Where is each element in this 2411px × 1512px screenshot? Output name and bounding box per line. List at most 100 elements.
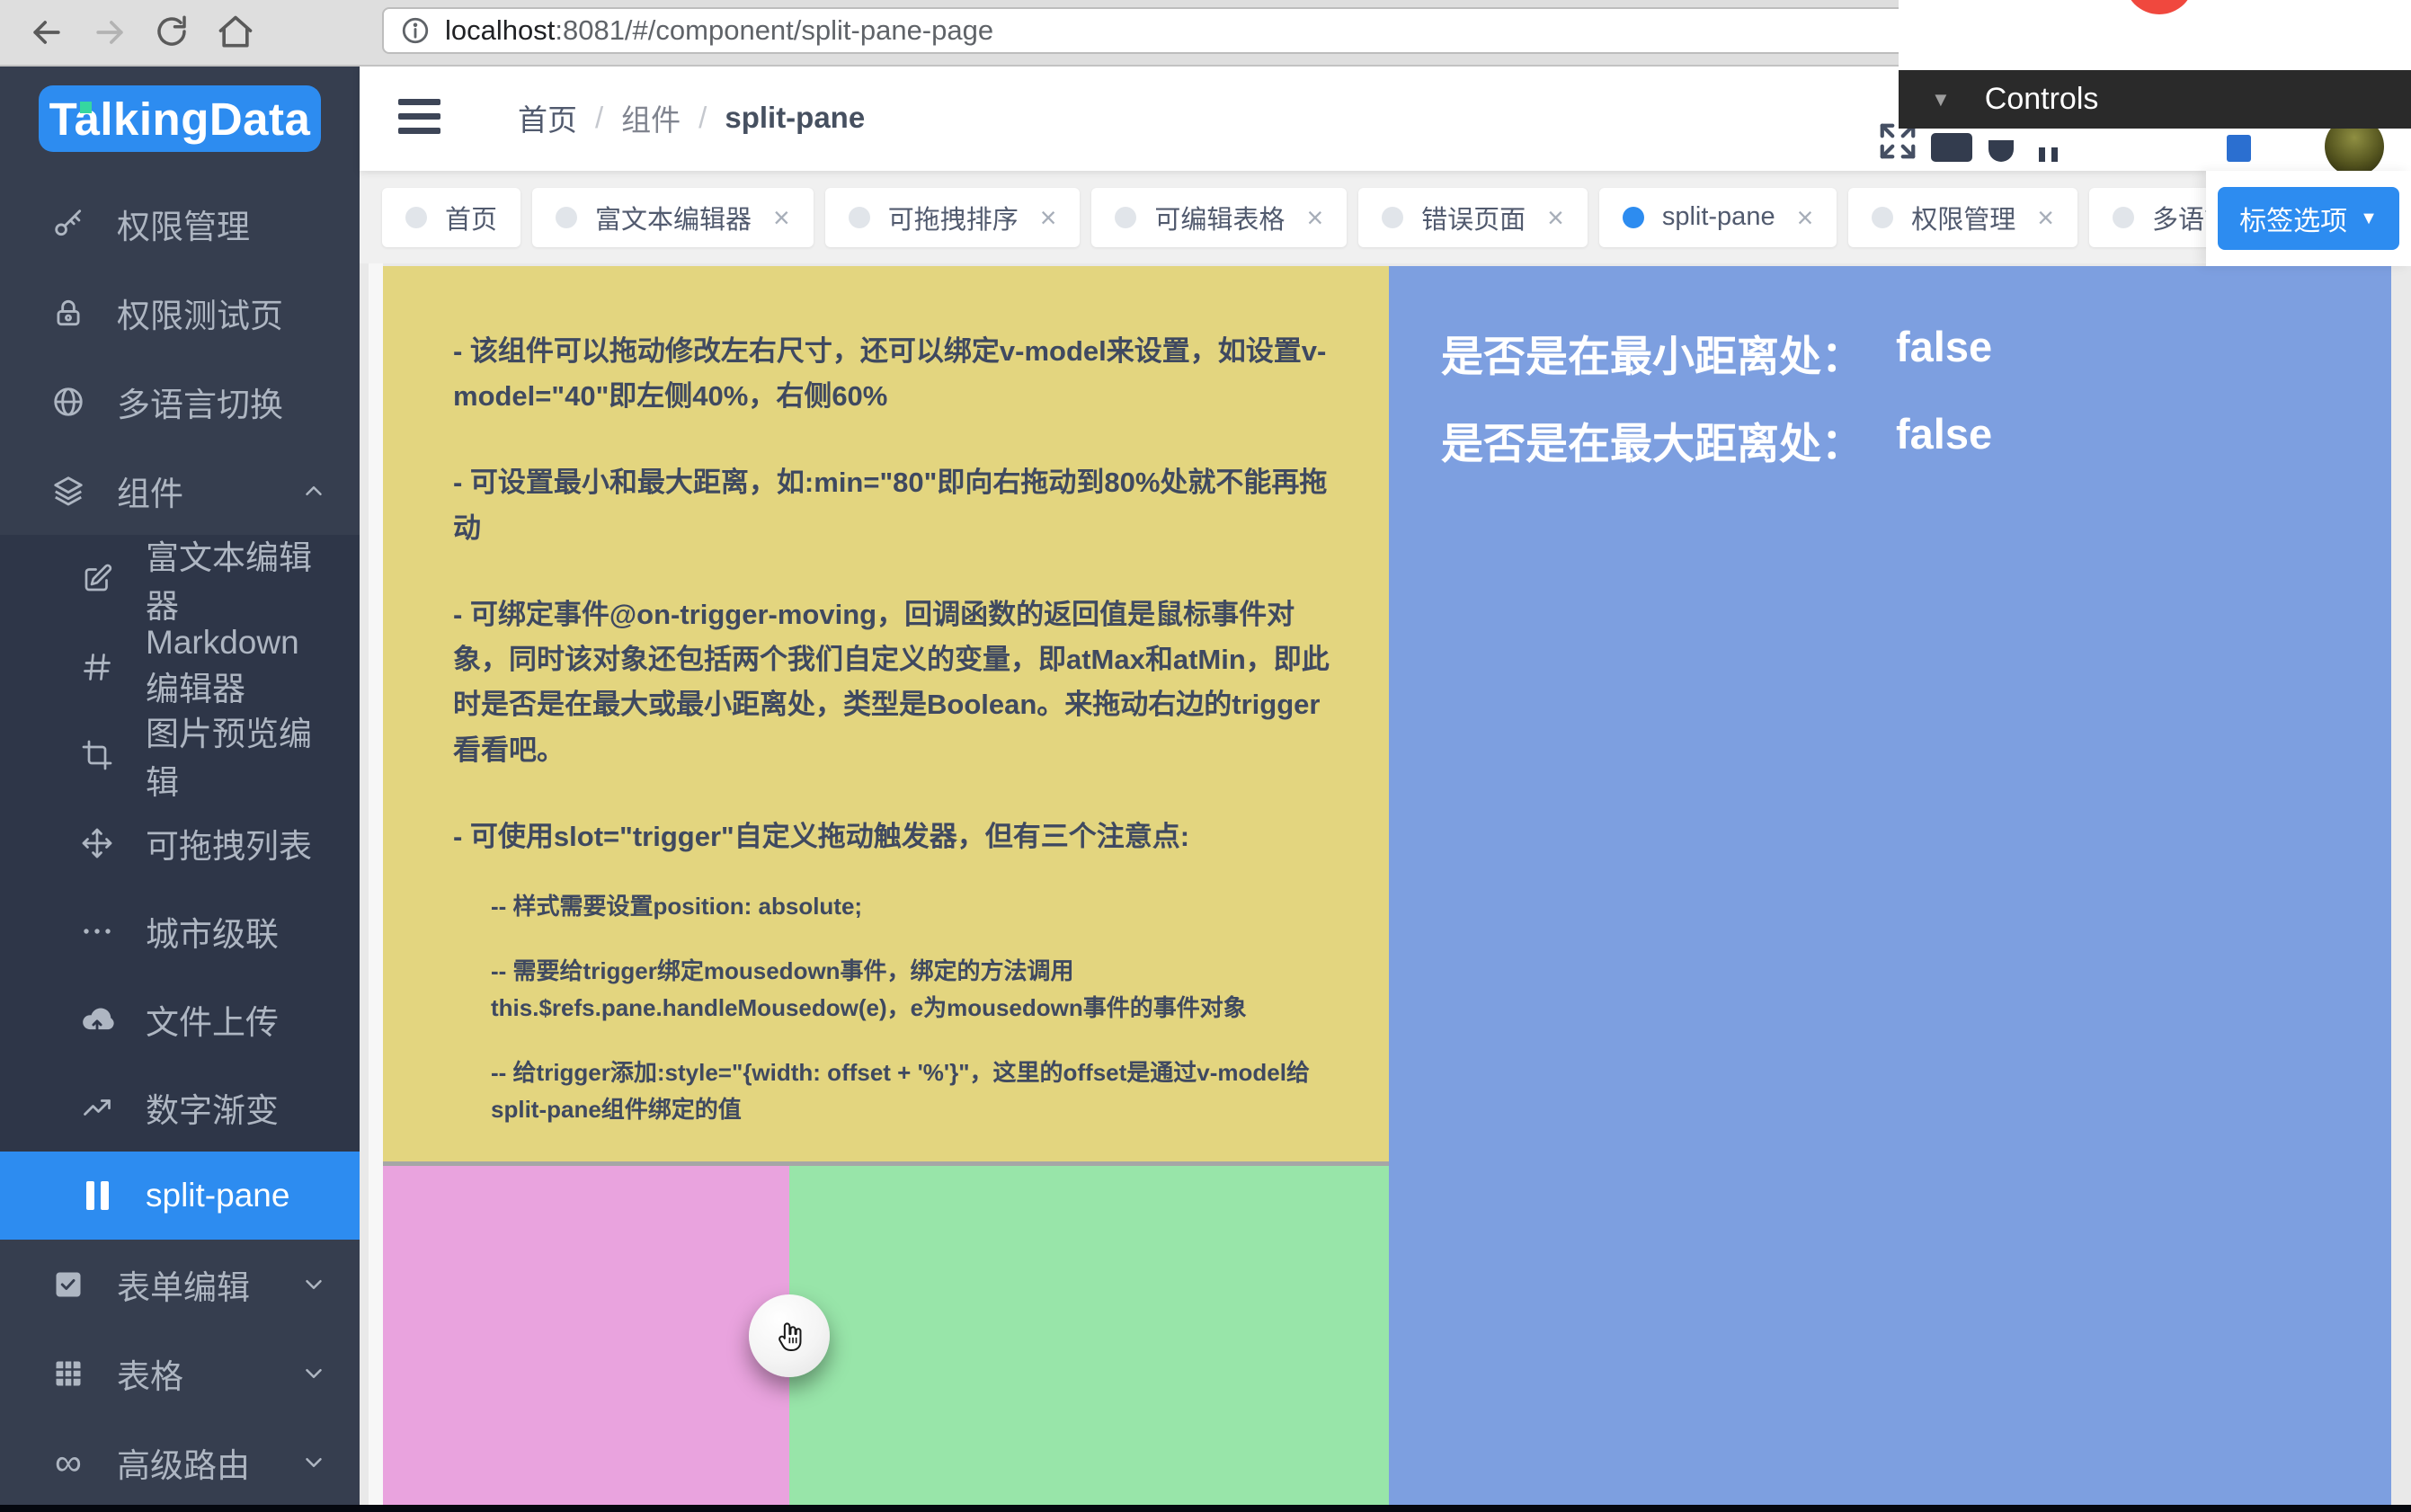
crop-icon xyxy=(79,737,115,773)
doc-block: - 可绑定事件@on-trigger-moving，回调函数的返回值是鼠标事件对… xyxy=(453,598,1330,766)
reload-icon[interactable] xyxy=(153,13,192,52)
tab-options-button[interactable]: 标签选项 ▼ xyxy=(2218,187,2399,250)
breadcrumb-section[interactable]: 组件 xyxy=(621,96,681,139)
sidebar-item-label: split-pane xyxy=(146,1177,290,1214)
tab-split-pane[interactable]: split-pane × xyxy=(1598,187,1837,247)
header-icon-fragment xyxy=(2051,147,2058,162)
site-info-icon[interactable] xyxy=(400,15,431,46)
components-submenu: 富文本编辑器 Markdown编辑器 图片预览编辑 可拖拽列表 城市级联 文件上… xyxy=(0,535,360,1240)
header-icon-fragment-blue[interactable] xyxy=(2227,135,2251,162)
doc-text: - 该组件可以拖动修改左右尺寸，还可以绑定v-model来设置，如设置v-mod… xyxy=(383,266,1389,1161)
sidebar-item-form-edit[interactable]: 表单编辑 xyxy=(0,1240,360,1329)
status-label: 是否是在最小距离处： xyxy=(1441,333,1864,380)
sidebar-item-label: 多语言切换 xyxy=(117,386,283,423)
tab-dot-icon xyxy=(2112,206,2134,228)
tab-close-icon[interactable]: × xyxy=(1797,203,1814,232)
breadcrumb-separator: / xyxy=(698,101,707,134)
tab-dot-icon xyxy=(1622,206,1644,228)
doc-pane: - 该组件可以拖动修改左右尺寸，还可以绑定v-model来设置，如设置v-mod… xyxy=(383,266,1389,1161)
split-drag-handle[interactable] xyxy=(749,1294,831,1377)
forward-icon[interactable] xyxy=(90,13,129,52)
sidebar-item-split-pane[interactable]: split-pane xyxy=(0,1152,360,1240)
chevron-down-icon xyxy=(300,1360,327,1387)
tab-error-page[interactable]: 错误页面 × xyxy=(1358,187,1588,247)
sidebar-item-rich-text-editor[interactable]: 富文本编辑器 xyxy=(0,535,360,625)
tab-label: 可拖拽排序 xyxy=(887,205,1019,235)
tab-home[interactable]: 首页 xyxy=(382,187,521,247)
sidebar-item-label: 组件 xyxy=(117,475,183,512)
tab-close-icon[interactable]: × xyxy=(773,203,790,232)
sidebar-menu: 权限管理 权限测试页 多语言切换 组件 富文本编辑器 Markdown编辑器 图… xyxy=(0,179,360,1507)
chevron-down-icon xyxy=(300,1449,327,1476)
tab-editable-table[interactable]: 可编辑表格 × xyxy=(1091,187,1348,247)
sidebar-item-label: 数字渐变 xyxy=(146,1092,279,1129)
split-left-region: - 该组件可以拖动修改左右尺寸，还可以绑定v-model来设置，如设置v-mod… xyxy=(383,266,1389,1506)
status-value: false xyxy=(1896,410,1993,458)
lock-icon xyxy=(50,295,86,331)
tab-close-icon[interactable]: × xyxy=(1547,203,1564,232)
back-icon[interactable] xyxy=(27,13,67,52)
content-edge xyxy=(369,263,383,1512)
sidebar-item-label: 文件上传 xyxy=(146,1004,279,1041)
sidebar-item-permission-management[interactable]: 权限管理 xyxy=(0,179,360,268)
ellipsis-icon xyxy=(79,913,115,949)
sidebar-item-city-cascader[interactable]: 城市级联 xyxy=(0,887,360,975)
sidebar-item-components[interactable]: 组件 xyxy=(0,446,360,535)
tab-label: 权限管理 xyxy=(1911,205,2016,235)
infinity-icon: ∞ xyxy=(55,1440,82,1483)
controls-panel-title: Controls xyxy=(1984,82,2099,116)
status-readout: 是否是在最小距离处： false 是否是在最大距离处： false xyxy=(1389,266,2391,471)
logo-dot-icon xyxy=(80,102,92,113)
sidebar-item-label: Markdown编辑器 xyxy=(146,624,299,707)
sidebar-item-label: 权限测试页 xyxy=(117,297,283,334)
header-icon-fragment[interactable] xyxy=(1931,133,1972,162)
tab-label: 可编辑表格 xyxy=(1154,205,1286,235)
sidebar-item-label: 权限管理 xyxy=(117,208,250,245)
sidebar-item-label: 高级路由 xyxy=(117,1446,250,1484)
status-row-min: 是否是在最小距离处： false xyxy=(1441,322,2391,384)
url-text: localhost:8081/#/component/split-pane-pa… xyxy=(445,14,993,47)
logo-text: TalkingData xyxy=(49,93,311,145)
tab-rich-text-editor[interactable]: 富文本编辑器 × xyxy=(532,187,814,247)
header-icon-fragment[interactable] xyxy=(1988,140,2014,162)
sidebar-item-advanced-router[interactable]: ∞ 高级路由 xyxy=(0,1418,360,1507)
tab-dot-icon xyxy=(848,206,870,228)
sidebar-item-draggable-list[interactable]: 可拖拽列表 xyxy=(0,799,360,887)
tab-dot-icon xyxy=(1115,206,1137,228)
controls-panel-header[interactable]: ▼ Controls xyxy=(1899,70,2411,129)
breadcrumb-home[interactable]: 首页 xyxy=(518,96,577,139)
key-icon xyxy=(50,206,86,242)
sidebar-item-file-upload[interactable]: 文件上传 xyxy=(0,975,360,1063)
sidebar: TalkingData 权限管理 权限测试页 多语言切换 组件 富文本编辑器 M… xyxy=(0,65,360,1512)
tab-close-icon[interactable]: × xyxy=(1040,203,1057,232)
edit-icon xyxy=(79,561,115,597)
globe-icon xyxy=(50,384,86,420)
breadcrumb-separator: / xyxy=(595,101,604,134)
tab-label: split-pane xyxy=(1661,202,1775,231)
doc-block: - 可设置最小和最大距离，如:min="80"即向右拖动到80%处就不能再拖动 xyxy=(453,467,1328,544)
tab-draggable-sort[interactable]: 可拖拽排序 × xyxy=(824,187,1081,247)
bottom-edge-strip xyxy=(0,1505,2411,1512)
tab-permission-management[interactable]: 权限管理 × xyxy=(1848,187,2077,247)
sidebar-item-permission-test[interactable]: 权限测试页 xyxy=(0,268,360,357)
tab-label: 错误页面 xyxy=(1421,205,1526,235)
hamburger-menu-icon[interactable] xyxy=(398,99,440,134)
sidebar-item-number-transition[interactable]: 数字渐变 xyxy=(0,1063,360,1152)
sidebar-item-image-preview-edit[interactable]: 图片预览编辑 xyxy=(0,711,360,801)
pause-icon xyxy=(79,1178,115,1214)
sidebar-item-label: 表单编辑 xyxy=(117,1268,250,1306)
tab-label: 首页 xyxy=(445,205,498,235)
status-row-max: 是否是在最大距离处： false xyxy=(1441,409,2391,471)
home-icon[interactable] xyxy=(216,13,255,52)
move-icon xyxy=(79,825,115,861)
sidebar-item-label: 图片预览编辑 xyxy=(146,716,312,801)
split-pane-demo: - 该组件可以拖动修改左右尺寸，还可以绑定v-model来设置，如设置v-mod… xyxy=(383,266,2391,1506)
tab-close-icon[interactable]: × xyxy=(2037,203,2054,232)
sidebar-item-table[interactable]: 表格 xyxy=(0,1329,360,1418)
tab-close-icon[interactable]: × xyxy=(1306,203,1323,232)
cloud-upload-icon xyxy=(79,1001,115,1037)
tab-dot-icon xyxy=(405,206,427,228)
chevron-up-icon xyxy=(300,477,327,504)
sidebar-item-language-switch[interactable]: 多语言切换 xyxy=(0,357,360,446)
sidebar-item-markdown-editor[interactable]: Markdown编辑器 xyxy=(0,623,360,711)
